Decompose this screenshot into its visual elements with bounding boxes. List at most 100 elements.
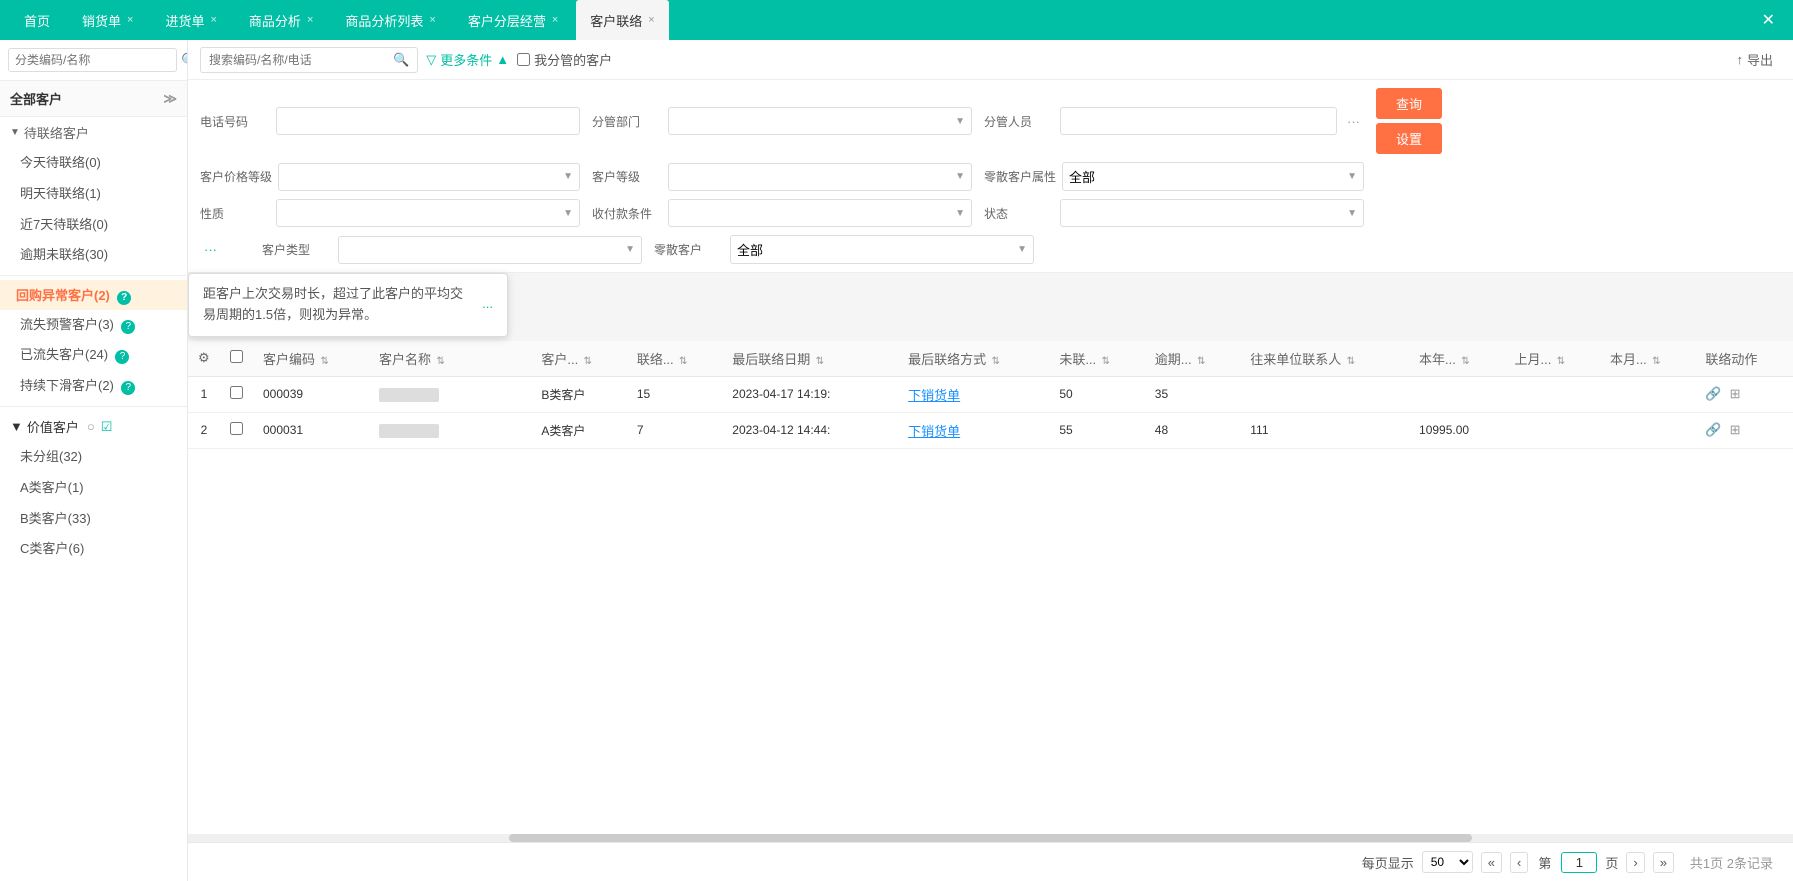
phone-input[interactable] [276, 107, 580, 135]
sidebar-overdue-pending[interactable]: 逾期未联络(30) [0, 240, 187, 271]
first-page-button[interactable]: « [1481, 852, 1502, 873]
row4-dots[interactable]: ··· [200, 242, 221, 257]
row2-last-method-link[interactable]: 下销货单 [908, 424, 960, 439]
col-last-month-sort[interactable]: ⇅ [1557, 356, 1565, 367]
status-select[interactable]: ▼ [1060, 199, 1364, 227]
scatter2-select[interactable]: 全部 ▼ [730, 235, 1034, 264]
price-level-select[interactable]: ▼ [278, 163, 580, 191]
nav-sales-tab[interactable]: 销货单 × [68, 0, 147, 40]
col-last-date-sort[interactable]: ⇅ [816, 356, 824, 367]
value-circle-icon[interactable]: ○ [87, 419, 95, 434]
nav-analysis-list-tab[interactable]: 商品分析列表 × [331, 0, 449, 40]
sidebar-lost-customers[interactable]: 已流失客户(24) ? [0, 340, 187, 371]
customer-level-select[interactable]: ▼ [668, 163, 972, 191]
col-overdue[interactable]: 逾期... ⇅ [1145, 341, 1240, 377]
col-last-method-sort[interactable]: ⇅ [992, 356, 1000, 367]
customer-mgmt-tab-close[interactable]: × [552, 14, 558, 26]
col-category-sort[interactable]: ⇅ [584, 356, 592, 367]
prev-page-button[interactable]: ‹ [1510, 852, 1528, 873]
sidebar-today-pending[interactable]: 今天待联络(0) [0, 148, 187, 179]
sidebar-value-section[interactable]: ▼ 价值客户 ○ ☑ [0, 411, 187, 442]
col-overdue-sort[interactable]: ⇅ [1197, 356, 1205, 367]
sidebar-7days-pending[interactable]: 近7天待联络(0) [0, 210, 187, 241]
col-this-month-sort[interactable]: ⇅ [1652, 356, 1660, 367]
sidebar-all-customers-header[interactable]: 全部客户 ≫ [0, 81, 187, 117]
nav-purchase-tab[interactable]: 进货单 × [151, 0, 230, 40]
col-contact[interactable]: 联络... ⇅ [627, 341, 722, 377]
sidebar-collapse-icon[interactable]: ≫ [163, 91, 177, 107]
table-settings-icon[interactable]: ⚙ [198, 350, 210, 365]
sidebar-c-class[interactable]: C类客户(6) [0, 534, 187, 565]
main-search-input[interactable] [209, 53, 389, 67]
col-checkbox-header[interactable] [220, 341, 253, 377]
scatter-attr-select[interactable]: 全部 ▼ [1062, 162, 1364, 191]
my-customers-checkbox[interactable] [517, 53, 530, 66]
col-this-month[interactable]: 本月... ⇅ [1600, 341, 1695, 377]
person-input[interactable] [1060, 107, 1337, 135]
col-last-method[interactable]: 最后联络方式 ⇅ [898, 341, 1049, 377]
col-name[interactable]: 客户名称 ⇅ [369, 341, 531, 377]
purchase-tab-close[interactable]: × [210, 14, 216, 26]
scroll-thumb[interactable] [509, 834, 1472, 842]
col-code[interactable]: 客户编码 ⇅ [253, 341, 369, 377]
sidebar-tomorrow-pending[interactable]: 明天待联络(1) [0, 179, 187, 210]
window-close-button[interactable]: ✕ [1754, 6, 1783, 34]
col-last-date[interactable]: 最后联络日期 ⇅ [722, 341, 898, 377]
more-conditions-button[interactable]: ▽ 更多条件 ▲ [426, 50, 509, 69]
settings-button[interactable]: 设置 [1376, 123, 1442, 154]
select-all-checkbox[interactable] [230, 350, 243, 363]
nav-home-tab[interactable]: 首页 [10, 0, 64, 40]
export-button[interactable]: ↑ 导出 [1728, 46, 1781, 73]
last-page-button[interactable]: » [1653, 852, 1674, 873]
customer-contact-tab-close[interactable]: × [648, 14, 654, 26]
col-contact-sort[interactable]: ⇅ [679, 356, 687, 367]
sidebar-b-class[interactable]: B类客户(33) [0, 504, 187, 535]
current-page-input[interactable] [1561, 852, 1597, 873]
dept-select[interactable]: ▼ [668, 107, 972, 135]
row1-last-method-link[interactable]: 下销货单 [908, 388, 960, 403]
col-not-contact-sort[interactable]: ⇅ [1102, 356, 1110, 367]
sidebar-declining-customers[interactable]: 持续下滑客户(2) ? [0, 371, 187, 402]
col-past-contacts-sort[interactable]: ⇅ [1347, 356, 1355, 367]
col-settings[interactable]: ⚙ [188, 341, 220, 377]
sidebar-lost-warning[interactable]: 流失预警客户(3) ? [0, 310, 187, 341]
row1-grid-icon[interactable]: ⊞ [1730, 386, 1741, 402]
row1-checkbox[interactable] [230, 386, 243, 399]
sidebar-pending-section[interactable]: ▼ 待联络客户 [0, 117, 187, 148]
tooltip-dots[interactable]: ... [482, 294, 493, 315]
sidebar-ungroup[interactable]: 未分组(32) [0, 442, 187, 473]
query-button[interactable]: 查询 [1376, 88, 1442, 119]
lost-warning-info-icon[interactable]: ? [121, 320, 135, 334]
declining-info-icon[interactable]: ? [121, 381, 135, 395]
row1-last-method[interactable]: 下销货单 [898, 376, 1049, 412]
col-last-month[interactable]: 上月... ⇅ [1504, 341, 1599, 377]
col-not-contact[interactable]: 未联... ⇅ [1049, 341, 1144, 377]
row1-link-icon[interactable]: 🔗 [1705, 386, 1721, 402]
col-code-sort[interactable]: ⇅ [320, 356, 328, 367]
customer-type-select[interactable]: ▼ [338, 236, 642, 264]
gender-select[interactable]: ▼ [276, 199, 580, 227]
row2-checkbox[interactable] [230, 422, 243, 435]
payment-select[interactable]: ▼ [668, 199, 972, 227]
col-name-sort[interactable]: ⇅ [436, 356, 444, 367]
sidebar-a-class[interactable]: A类客户(1) [0, 473, 187, 504]
analysis-tab-close[interactable]: × [307, 14, 313, 26]
col-past-contacts[interactable]: 往来单位联系人 ⇅ [1240, 341, 1409, 377]
sidebar-search-input[interactable] [8, 48, 177, 72]
analysis-list-tab-close[interactable]: × [429, 14, 435, 26]
per-page-select[interactable]: 50 100 200 [1422, 851, 1473, 873]
next-page-button[interactable]: › [1626, 852, 1644, 873]
main-search-icon[interactable]: 🔍 [393, 52, 409, 68]
row2-grid-icon[interactable]: ⊞ [1730, 422, 1741, 438]
sidebar-search-icon[interactable]: 🔍 [181, 52, 188, 69]
nav-analysis-tab[interactable]: 商品分析 × [235, 0, 327, 40]
repurchase-info-icon[interactable]: ? [117, 291, 131, 305]
person-dots[interactable]: ··· [1343, 114, 1364, 129]
horizontal-scrollbar[interactable] [188, 834, 1793, 842]
col-this-year-sort[interactable]: ⇅ [1461, 356, 1469, 367]
nav-customer-mgmt-tab[interactable]: 客户分层经营 × [454, 0, 572, 40]
col-this-year[interactable]: 本年... ⇅ [1409, 341, 1504, 377]
value-check-icon[interactable]: ☑ [101, 419, 113, 435]
sales-tab-close[interactable]: × [127, 14, 133, 26]
row2-link-icon[interactable]: 🔗 [1705, 422, 1721, 438]
